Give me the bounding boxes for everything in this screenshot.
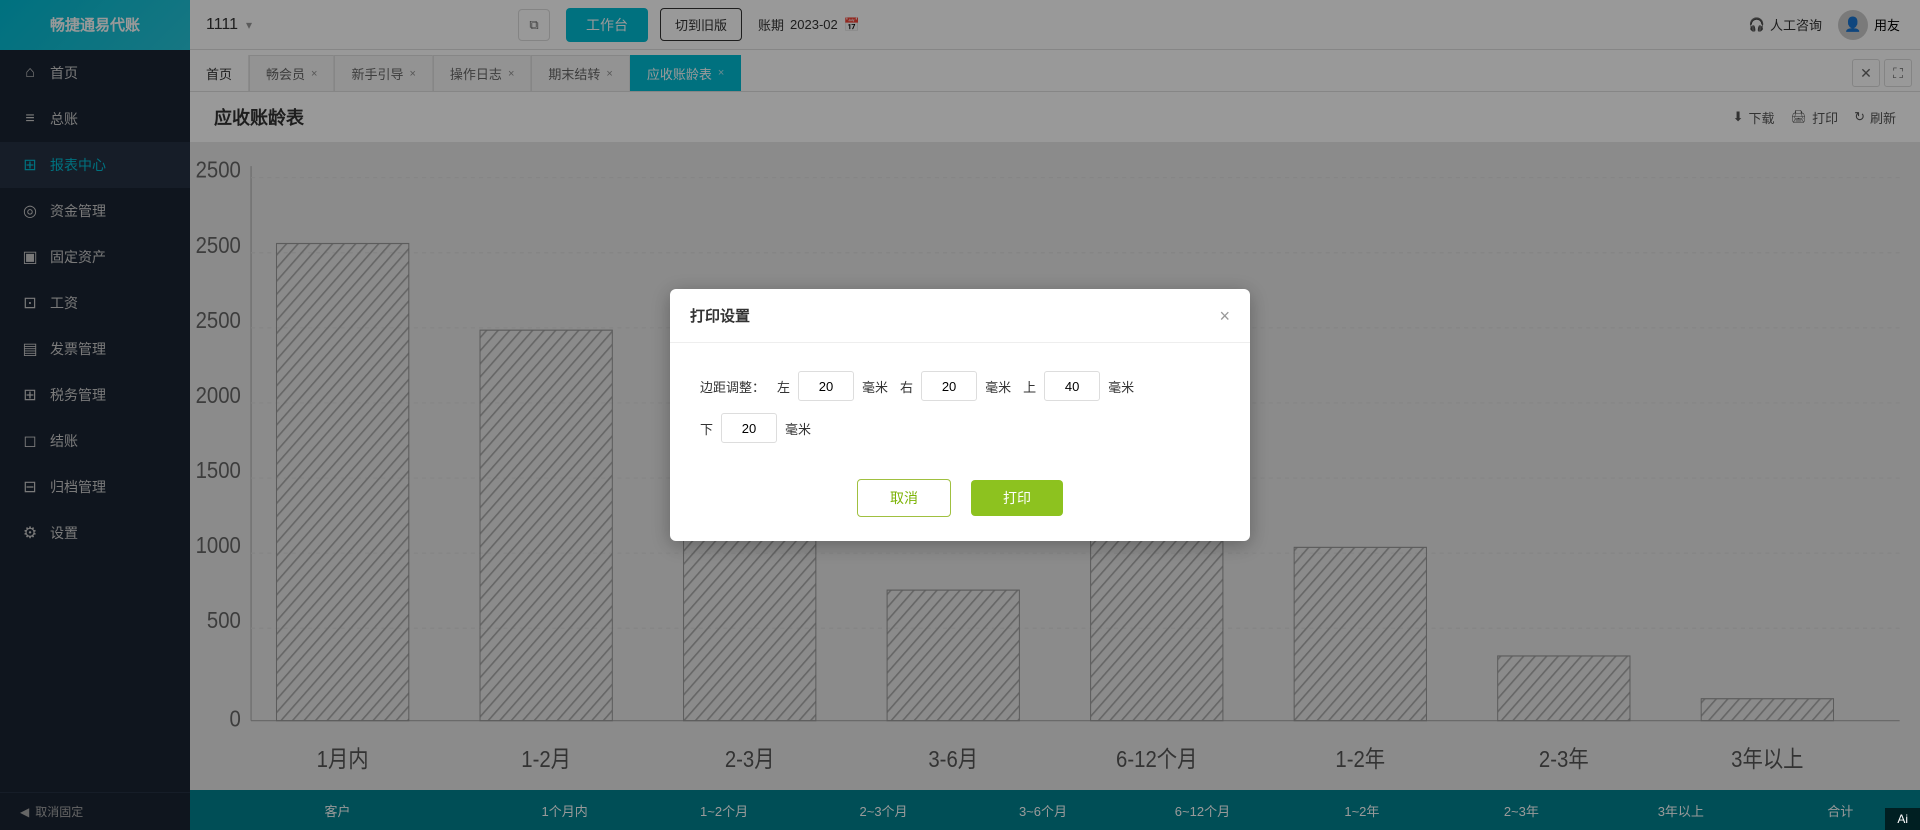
ai-badge: Ai — [1885, 808, 1920, 830]
top-margin-group: 上 毫米 — [1023, 371, 1134, 401]
margin-form-row: 边距调整： 左 毫米 右 毫米 上 毫米 下 — [700, 371, 1220, 443]
left-unit: 毫米 — [862, 377, 888, 396]
modal-body: 边距调整： 左 毫米 右 毫米 上 毫米 下 — [670, 343, 1250, 463]
modal-header: 打印设置 × — [670, 289, 1250, 343]
margin-adjust-label: 边距调整： — [700, 377, 765, 396]
cancel-button[interactable]: 取消 — [857, 479, 951, 517]
right-margin-group: 右 毫米 — [900, 371, 1011, 401]
right-label: 右 — [900, 377, 913, 396]
bottom-margin-input[interactable] — [721, 413, 777, 443]
bottom-unit: 毫米 — [785, 419, 811, 438]
modal-close-button[interactable]: × — [1219, 307, 1230, 325]
left-label: 左 — [777, 377, 790, 396]
modal-footer: 取消 打印 — [670, 463, 1250, 541]
bottom-label: 下 — [700, 419, 713, 438]
print-settings-modal: 打印设置 × 边距调整： 左 毫米 右 毫米 上 毫米 — [670, 289, 1250, 541]
modal-overlay: 打印设置 × 边距调整： 左 毫米 右 毫米 上 毫米 — [0, 0, 1920, 830]
top-margin-input[interactable] — [1044, 371, 1100, 401]
modal-print-button[interactable]: 打印 — [971, 480, 1063, 516]
top-label: 上 — [1023, 377, 1036, 396]
right-margin-input[interactable] — [921, 371, 977, 401]
bottom-margin-group: 下 毫米 — [700, 413, 811, 443]
right-unit: 毫米 — [985, 377, 1011, 396]
left-margin-group: 左 毫米 — [777, 371, 888, 401]
top-unit: 毫米 — [1108, 377, 1134, 396]
left-margin-input[interactable] — [798, 371, 854, 401]
modal-title: 打印设置 — [690, 305, 750, 326]
